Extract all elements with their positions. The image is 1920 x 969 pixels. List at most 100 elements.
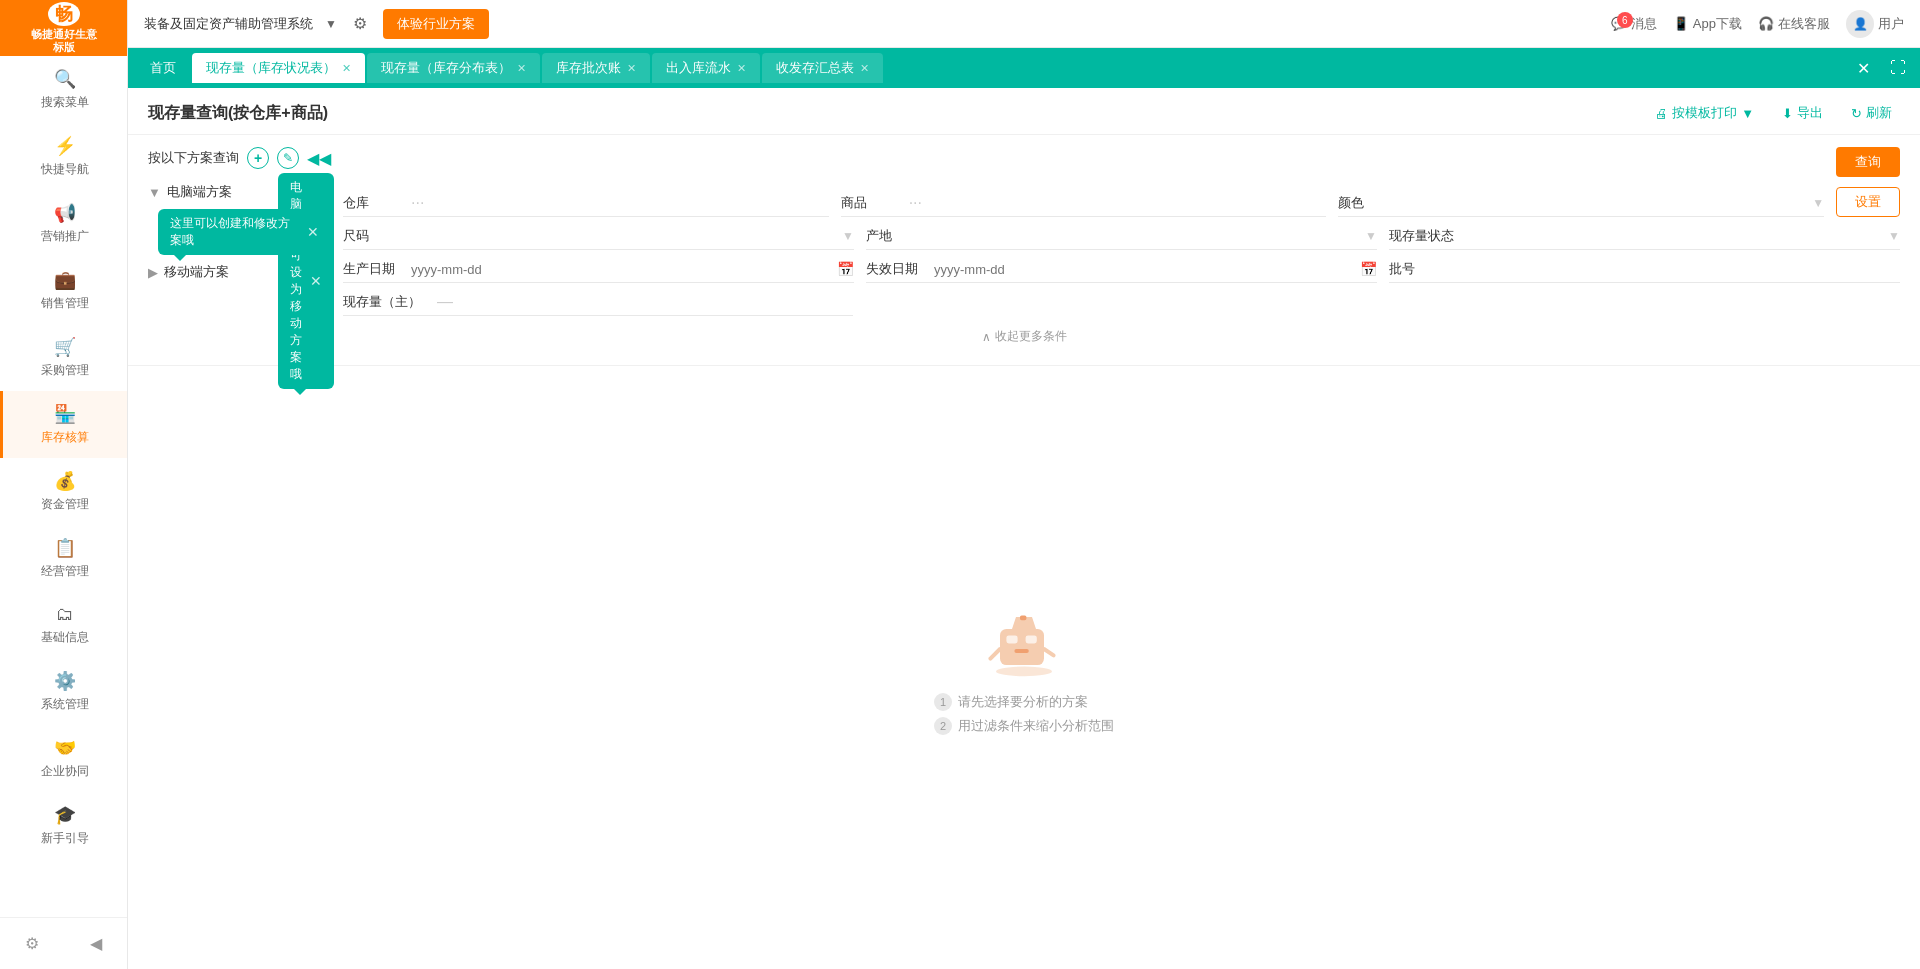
goods-select[interactable]: ··· bbox=[909, 194, 1327, 212]
edit-tooltip-text: 这里可以创建和修改方案哦 bbox=[170, 215, 299, 249]
warehouse-dots[interactable]: ··· bbox=[411, 194, 424, 212]
content-area: 现存量查询(按仓库+商品) 🖨 按模板打印 ▼ ⬇ 导出 ↻ 刷新 bbox=[128, 88, 1920, 969]
sidebar-item-quicknav[interactable]: ⚡ 快捷导航 bbox=[0, 123, 127, 190]
app-download-btn[interactable]: 📱 App下载 bbox=[1673, 15, 1742, 33]
export-icon: ⬇ bbox=[1782, 106, 1793, 121]
message-label: 消息 bbox=[1631, 15, 1657, 33]
logo-text: 畅捷通好生意 标版 bbox=[31, 28, 97, 54]
sidebar-item-label: 库存核算 bbox=[41, 429, 89, 446]
calendar2-icon[interactable]: 📅 bbox=[1360, 261, 1377, 277]
print-icon: 🖨 bbox=[1655, 106, 1668, 121]
collapse-label: 收起更多条件 bbox=[995, 328, 1067, 345]
sidebar-item-purchase[interactable]: 🛒 采购管理 bbox=[0, 324, 127, 391]
online-support-btn[interactable]: 🎧 在线客服 bbox=[1758, 15, 1830, 33]
svg-line-7 bbox=[990, 649, 1000, 659]
size-arrow[interactable]: ▼ bbox=[842, 229, 854, 243]
sidebar-item-basic[interactable]: 🗂 基础信息 bbox=[0, 592, 127, 658]
print-btn[interactable]: 🖨 按模板打印 ▼ bbox=[1647, 100, 1762, 126]
sidebar-item-operations[interactable]: 📋 经营管理 bbox=[0, 525, 127, 592]
tab-fullscreen-icon[interactable]: ⛶ bbox=[1884, 57, 1912, 79]
origin-select[interactable]: ▼ bbox=[934, 229, 1377, 243]
tab-close-icon[interactable]: ✕ bbox=[860, 62, 869, 75]
tab-close-icon[interactable]: ✕ bbox=[342, 62, 351, 75]
settings-icon[interactable]: ⚙ bbox=[353, 14, 367, 33]
message-btn[interactable]: 💬 6 消息 bbox=[1611, 15, 1657, 33]
export-btn[interactable]: ⬇ 导出 bbox=[1774, 100, 1831, 126]
user-label: 用户 bbox=[1878, 15, 1904, 33]
sidebar-item-label: 企业协同 bbox=[41, 763, 89, 780]
sidebar-item-label: 新手引导 bbox=[41, 830, 89, 847]
tab-close-all-icon[interactable]: ✕ bbox=[1851, 57, 1876, 80]
action-buttons: 查询 设置 bbox=[1836, 147, 1900, 217]
sidebar-item-label: 销售管理 bbox=[41, 295, 89, 312]
size-label: 尺码 bbox=[343, 227, 403, 245]
app-download-label: App下载 bbox=[1693, 15, 1742, 33]
sidebar-item-guide[interactable]: 🎓 新手引导 bbox=[0, 792, 127, 859]
sidebar-item-system[interactable]: ⚙️ 系统管理 bbox=[0, 658, 127, 725]
guide-icon: 🎓 bbox=[54, 804, 76, 826]
collapse-up-icon: ∧ bbox=[982, 330, 991, 344]
tab-batch-account[interactable]: 库存批次账 ✕ bbox=[542, 53, 650, 83]
sidebar-footer: ⚙ ◀ bbox=[0, 917, 127, 969]
svg-rect-6 bbox=[1020, 615, 1026, 620]
content-inner: 现存量查询(按仓库+商品) 🖨 按模板打印 ▼ ⬇ 导出 ↻ 刷新 bbox=[128, 88, 1920, 969]
warehouse-select[interactable]: ··· bbox=[411, 194, 829, 212]
system-title: 装备及固定资产辅助管理系统 bbox=[144, 15, 313, 33]
tab-inventory-status-label: 现存量（库存状况表） bbox=[206, 59, 336, 77]
origin-arrow[interactable]: ▼ bbox=[1365, 229, 1377, 243]
tab-close-icon[interactable]: ✕ bbox=[517, 62, 526, 75]
tab-close-icon[interactable]: ✕ bbox=[737, 62, 746, 75]
edit-scheme-btn[interactable]: ✎ bbox=[277, 147, 299, 169]
tab-inout-flow-label: 出入库流水 bbox=[666, 59, 731, 77]
print-dropdown-icon: ▼ bbox=[1741, 106, 1754, 121]
tab-inventory-status[interactable]: 现存量（库存状况表） ✕ bbox=[192, 53, 365, 83]
empty-tip-label-1: 请先选择要分析的方案 bbox=[958, 693, 1088, 711]
filter-row-2: 尺码 ▼ 产地 ▼ bbox=[343, 227, 1900, 250]
page-title: 现存量查询(按仓库+商品) bbox=[148, 103, 328, 124]
sidebar-item-enterprise[interactable]: 🤝 企业协同 bbox=[0, 725, 127, 792]
tab-home[interactable]: 首页 bbox=[136, 53, 190, 83]
expiry-date-input[interactable] bbox=[934, 262, 1352, 277]
tab-collect-summary[interactable]: 收发存汇总表 ✕ bbox=[762, 53, 883, 83]
reset-btn[interactable]: 设置 bbox=[1836, 187, 1900, 217]
add-scheme-btn[interactable]: + bbox=[247, 147, 269, 169]
tab-inout-flow[interactable]: 出入库流水 ✕ bbox=[652, 53, 760, 83]
finance-icon: 💰 bbox=[54, 470, 76, 492]
goods-dots[interactable]: ··· bbox=[909, 194, 922, 212]
empty-tip-label-2: 用过滤条件来缩小分析范围 bbox=[958, 717, 1114, 735]
batch-no-input[interactable] bbox=[1457, 262, 1900, 277]
refresh-btn[interactable]: ↻ 刷新 bbox=[1843, 100, 1900, 126]
sidebar-item-inventory[interactable]: 🏪 库存核算 bbox=[0, 391, 127, 458]
inventory-main-input[interactable] bbox=[461, 295, 853, 310]
tab-inventory-dist-label: 现存量（库存分布表） bbox=[381, 59, 511, 77]
scheme-pc-arrow[interactable]: ▼ bbox=[148, 185, 161, 200]
size-select[interactable]: ▼ bbox=[411, 229, 854, 243]
settings-icon[interactable]: ⚙ bbox=[17, 930, 47, 957]
scheme-mobile-arrow[interactable]: ▶ bbox=[148, 265, 158, 280]
production-date-input[interactable] bbox=[411, 262, 829, 277]
inventory-status-select[interactable]: ▼ bbox=[1462, 229, 1900, 243]
edit-tooltip-close[interactable]: ✕ bbox=[307, 224, 319, 240]
user-btn[interactable]: 👤 用户 bbox=[1846, 10, 1904, 38]
tab-inventory-dist[interactable]: 现存量（库存分布表） ✕ bbox=[367, 53, 540, 83]
page-actions: 🖨 按模板打印 ▼ ⬇ 导出 ↻ 刷新 bbox=[1647, 100, 1900, 126]
color-arrow[interactable]: ▼ bbox=[1812, 196, 1824, 210]
add-tooltip-close[interactable]: ✕ bbox=[310, 273, 322, 289]
sidebar-item-search[interactable]: 🔍 搜索菜单 bbox=[0, 56, 127, 123]
tab-close-icon[interactable]: ✕ bbox=[627, 62, 636, 75]
collapse-btn[interactable]: ∧ 收起更多条件 bbox=[148, 320, 1900, 353]
industry-btn[interactable]: 体验行业方案 bbox=[383, 9, 489, 39]
sidebar-item-marketing[interactable]: 📢 营销推广 bbox=[0, 190, 127, 257]
search-btn[interactable]: 查询 bbox=[1836, 147, 1900, 177]
sidebar-item-label: 系统管理 bbox=[41, 696, 89, 713]
sidebar-item-sales[interactable]: 💼 销售管理 bbox=[0, 257, 127, 324]
system-icon: ⚙️ bbox=[54, 670, 76, 692]
calendar-icon[interactable]: 📅 bbox=[837, 261, 854, 277]
collapse-sidebar-icon[interactable]: ◀ bbox=[82, 930, 110, 957]
scheme-arrow-icon[interactable]: ◀◀ bbox=[307, 149, 331, 168]
sidebar-item-finance[interactable]: 💰 资金管理 bbox=[0, 458, 127, 525]
system-dropdown-icon[interactable]: ▼ bbox=[325, 17, 337, 31]
color-select[interactable]: ▼ bbox=[1406, 196, 1824, 210]
inventory-status-arrow[interactable]: ▼ bbox=[1888, 229, 1900, 243]
avatar: 👤 bbox=[1846, 10, 1874, 38]
